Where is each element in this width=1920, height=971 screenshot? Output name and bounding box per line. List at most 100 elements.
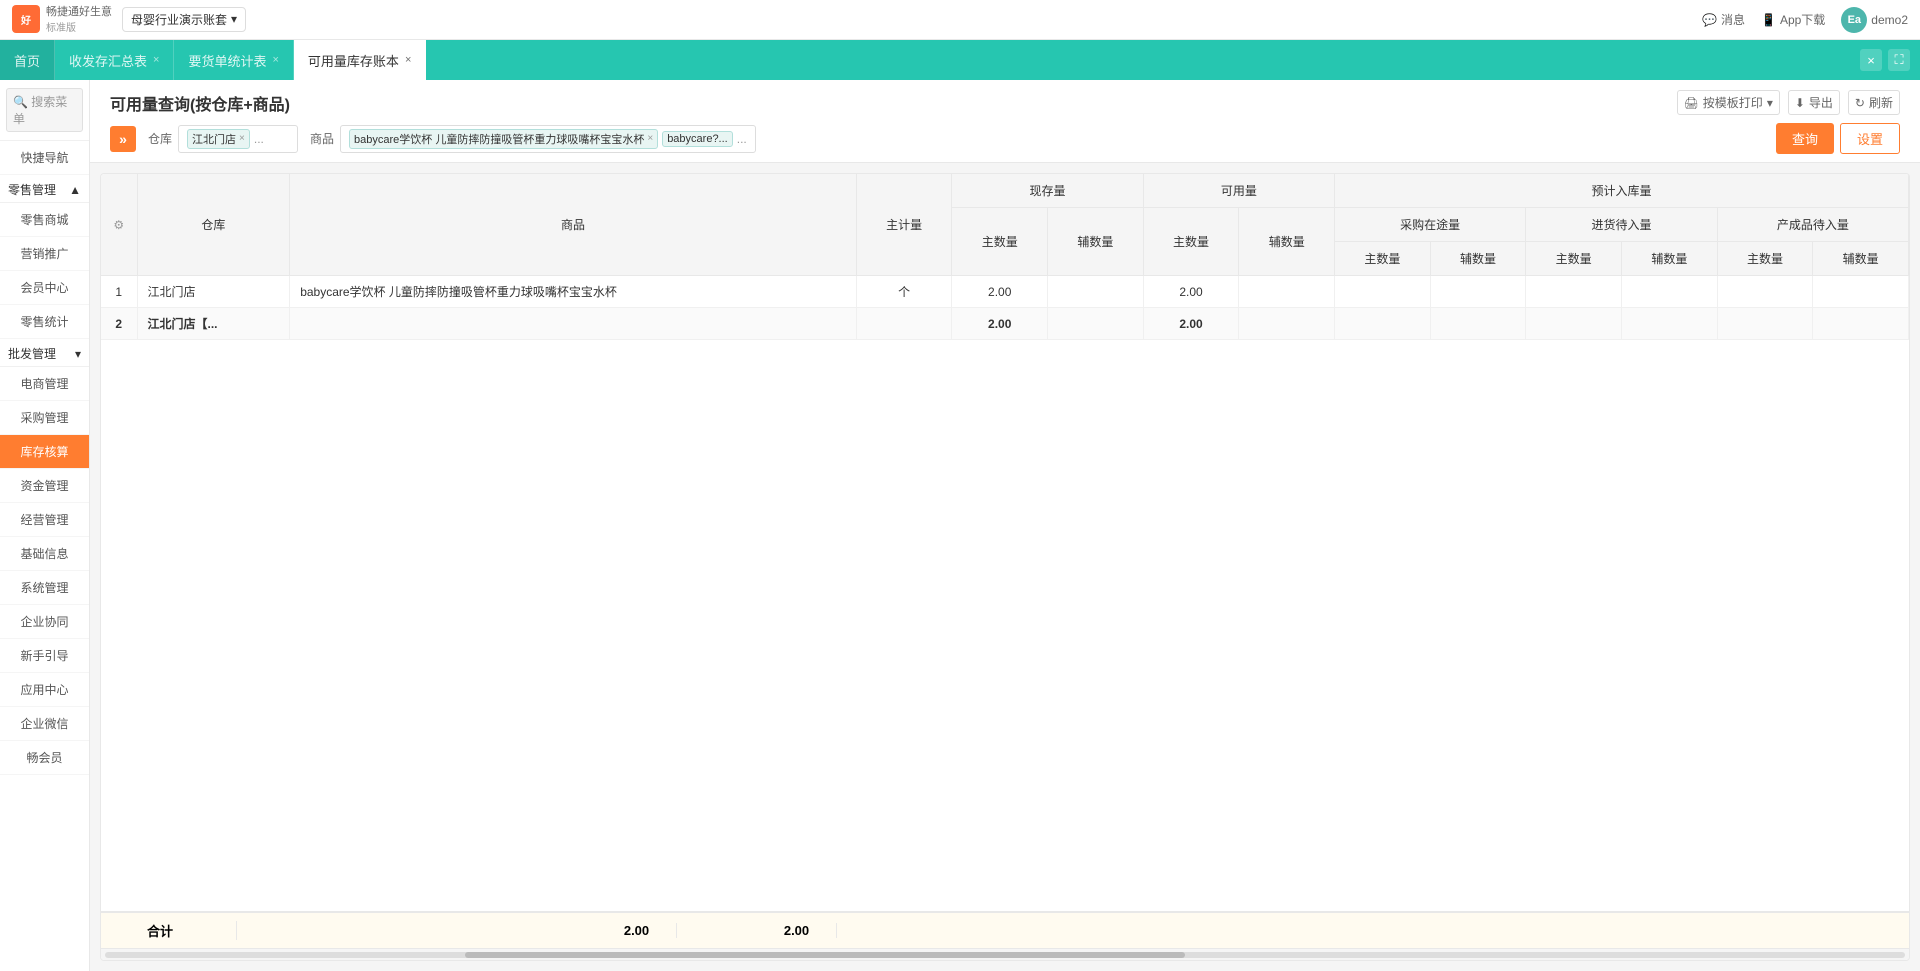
- sidebar-item-wechat[interactable]: 企业微信: [0, 707, 89, 741]
- horizontal-scrollbar[interactable]: [101, 948, 1909, 960]
- product-ellipsis[interactable]: ...: [737, 132, 747, 146]
- search-icon: 🔍: [13, 95, 28, 109]
- scrollbar-track: [105, 952, 1905, 958]
- product-filter-input[interactable]: babycare学饮杯 儿童防摔防撞吸管杯重力球吸嘴杯宝宝水杯 × babyca…: [340, 125, 756, 153]
- tab-home[interactable]: 首页: [0, 40, 55, 80]
- th-planned-inbound-group: 预计入库量: [1335, 174, 1909, 208]
- refresh-label: 刷新: [1869, 94, 1893, 111]
- row-2-cs-main: 2.00: [952, 308, 1048, 340]
- product-tag-1-text: babycare学饮杯 儿童防摔防撞吸管杯重力球吸嘴杯宝宝水杯: [354, 131, 644, 147]
- filter-product-group: 商品 babycare学饮杯 儿童防摔防撞吸管杯重力球吸嘴杯宝宝水杯 × bab…: [310, 125, 756, 153]
- query-btn[interactable]: 查询: [1776, 123, 1834, 154]
- footer-cs-main: 2.00: [597, 923, 677, 938]
- sidebar-system-label: 系统管理: [20, 581, 68, 595]
- sidebar-app-center-label: 应用中心: [20, 683, 68, 697]
- sidebar-item-app-center[interactable]: 应用中心: [0, 673, 89, 707]
- settings-btn[interactable]: 设置: [1840, 123, 1900, 154]
- sidebar-item-basic[interactable]: 基础信息: [0, 537, 89, 571]
- tab-order-statistics[interactable]: 要货单统计表 ×: [174, 40, 293, 80]
- sidebar-item-retail-mall[interactable]: 零售商城: [0, 203, 89, 237]
- sidebar-item-enterprise[interactable]: 企业协同: [0, 605, 89, 639]
- warehouse-filter-input[interactable]: 江北门店 × ...: [178, 125, 298, 153]
- username-label: demo2: [1871, 13, 1908, 27]
- industry-selector[interactable]: 母婴行业演示账套 ▾: [122, 7, 246, 32]
- sidebar-item-retail-stats[interactable]: 零售统计: [0, 305, 89, 339]
- sidebar-item-operations[interactable]: 经营管理: [0, 503, 89, 537]
- filter-expand-btn[interactable]: »: [110, 126, 136, 152]
- warehouse-ellipsis[interactable]: ...: [254, 132, 264, 146]
- user-profile[interactable]: Ea demo2: [1841, 7, 1908, 33]
- settings-icon[interactable]: ⚙: [113, 218, 124, 232]
- th-avail-main: 主数量: [1143, 208, 1239, 276]
- row-1-num: 1: [101, 276, 137, 308]
- row-2-pa-sub: [1622, 308, 1718, 340]
- scrollbar-thumb[interactable]: [465, 952, 1185, 958]
- sidebar-item-finance[interactable]: 资金管理: [0, 469, 89, 503]
- product-tag-1: babycare学饮杯 儿童防摔防撞吸管杯重力球吸嘴杯宝宝水杯 ×: [349, 129, 658, 149]
- sidebar-search-btn[interactable]: 🔍 搜索菜单: [6, 88, 83, 132]
- sidebar-item-ecommerce[interactable]: 电商管理: [0, 367, 89, 401]
- row-1-product: babycare学饮杯 儿童防摔防撞吸管杯重力球吸嘴杯宝宝水杯: [290, 276, 857, 308]
- row-2-cs-sub: [1048, 308, 1144, 340]
- row-1-cs-sub: [1048, 276, 1144, 308]
- top-bar-left: 好 畅捷通好生意 标准版 母婴行业演示账套 ▾: [12, 5, 246, 34]
- product-tag-1-remove[interactable]: ×: [647, 133, 653, 144]
- tab-receive-statistics-close[interactable]: ×: [153, 54, 159, 66]
- app-download-btn[interactable]: 📱 App下载: [1761, 11, 1825, 28]
- export-btn[interactable]: ⬇ 导出: [1788, 90, 1840, 115]
- sidebar-retail-label: 零售管理: [8, 181, 56, 198]
- chevron-down-icon: ▾: [231, 12, 237, 26]
- app-icon: 📱: [1761, 13, 1776, 27]
- filter-actions: 查询 设置: [1776, 123, 1900, 154]
- sidebar-search-area: 🔍 搜索菜单: [0, 80, 89, 141]
- export-icon: ⬇: [1795, 96, 1805, 110]
- th-prod-main: 主数量: [1717, 242, 1813, 276]
- warehouse-tag-remove[interactable]: ×: [239, 133, 245, 144]
- header-row-1: ⚙ 仓库 商品 主计量 现存量 可用量 预计入库量: [101, 174, 1909, 208]
- print-template-btn[interactable]: 🖨 按模板打印 ▾: [1677, 90, 1780, 115]
- table-head: ⚙ 仓库 商品 主计量 现存量 可用量 预计入库量 主数量 辅数量: [101, 174, 1909, 276]
- row-1-unit: 个: [856, 276, 952, 308]
- sidebar-retail-mall-label: 零售商城: [20, 213, 68, 227]
- refresh-btn[interactable]: ↻ 刷新: [1848, 90, 1900, 115]
- row-2-prod-main: [1717, 308, 1813, 340]
- sidebar-section-wholesale[interactable]: 批发管理 ▾: [0, 339, 89, 367]
- print-template-label: 按模板打印: [1703, 94, 1763, 111]
- row-2-av-main: 2.00: [1143, 308, 1239, 340]
- sidebar-item-inventory[interactable]: 库存核算: [0, 435, 89, 469]
- sidebar-member-label: 畅会员: [26, 751, 62, 765]
- sidebar-item-member[interactable]: 畅会员: [0, 741, 89, 775]
- tab-receive-statistics[interactable]: 收发存汇总表 ×: [55, 40, 174, 80]
- sidebar-item-member-center[interactable]: 会员中心: [0, 271, 89, 305]
- message-btn[interactable]: 💬 消息: [1702, 11, 1745, 28]
- chevron-up-icon: ▲: [69, 183, 81, 197]
- nav-tab-controls: × ⛶: [1850, 49, 1920, 71]
- top-bar-right: 💬 消息 📱 App下载 Ea demo2: [1702, 7, 1908, 33]
- row-2-av-sub: [1239, 308, 1335, 340]
- page-title: 可用量查询(按仓库+商品): [110, 91, 290, 115]
- sidebar: 🔍 搜索菜单 快捷导航 零售管理 ▲ 零售商城 营销推广 会员中心 零售统计 批…: [0, 80, 90, 971]
- sidebar-item-marketing[interactable]: 营销推广: [0, 237, 89, 271]
- fullscreen-btn[interactable]: ⛶: [1888, 49, 1910, 71]
- sidebar-operations-label: 经营管理: [20, 513, 68, 527]
- table-scroll-area[interactable]: ⚙ 仓库 商品 主计量 现存量 可用量 预计入库量 主数量 辅数量: [101, 174, 1909, 911]
- sidebar-item-purchase[interactable]: 采购管理: [0, 401, 89, 435]
- sidebar-finance-label: 资金管理: [20, 479, 68, 493]
- warehouse-filter-label: 仓库: [148, 130, 172, 147]
- th-product: 商品: [290, 174, 857, 276]
- close-all-tabs-btn[interactable]: ×: [1860, 49, 1882, 71]
- th-pa-main: 主数量: [1526, 242, 1622, 276]
- sidebar-newbie-label: 新手引导: [20, 649, 68, 663]
- sidebar-item-newbie[interactable]: 新手引导: [0, 639, 89, 673]
- tab-available-inventory[interactable]: 可用量库存账本 ×: [294, 40, 426, 80]
- tab-order-statistics-close[interactable]: ×: [272, 54, 278, 66]
- th-main-unit: 主计量: [856, 174, 952, 276]
- logo-sub-label: 标准版: [46, 19, 112, 34]
- sidebar-enterprise-label: 企业协同: [20, 615, 68, 629]
- sidebar-item-quick-nav[interactable]: 快捷导航: [0, 141, 89, 175]
- tab-available-inventory-close[interactable]: ×: [405, 54, 411, 66]
- row-2-po-main: [1335, 308, 1431, 340]
- sidebar-item-system[interactable]: 系统管理: [0, 571, 89, 605]
- row-2-warehouse: 江北门店【...: [137, 308, 290, 340]
- sidebar-section-retail[interactable]: 零售管理 ▲: [0, 175, 89, 203]
